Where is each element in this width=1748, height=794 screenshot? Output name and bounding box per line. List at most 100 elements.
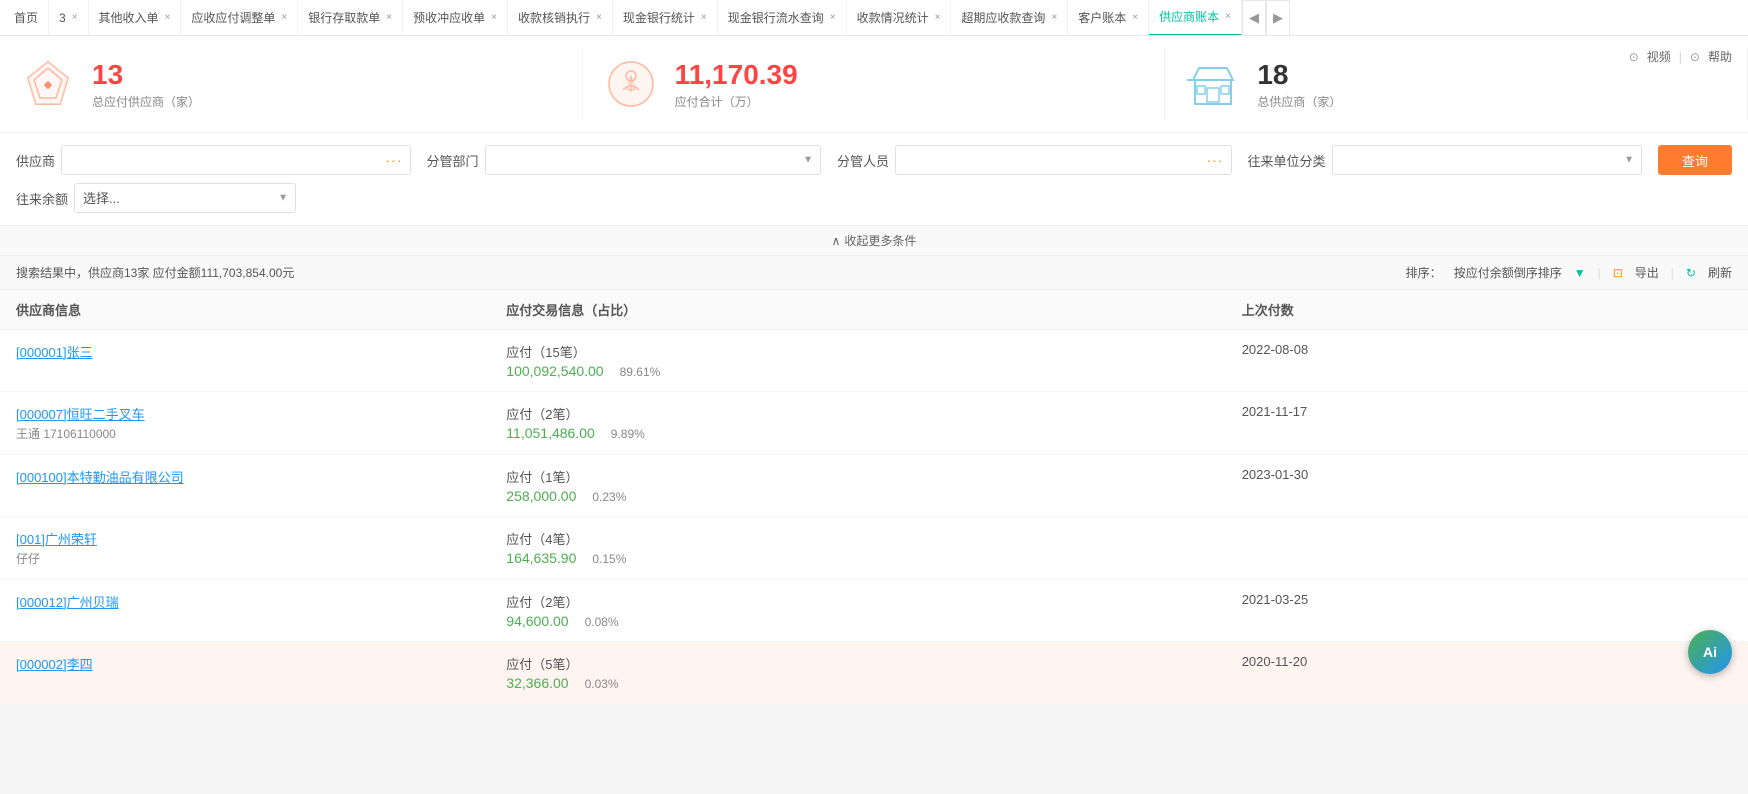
tx-amount-3[interactable]: 164,635.90 (506, 550, 576, 566)
supplier-link-4[interactable]: [000012]广州贝瑞 (16, 592, 506, 611)
col-header-last-pay: 上次付数 (1242, 300, 1732, 319)
refresh-button[interactable]: 刷新 (1708, 264, 1732, 281)
close-icon[interactable]: × (386, 12, 392, 23)
nav-tab-receipt-stat[interactable]: 收款情况统计 × (847, 0, 952, 36)
stat-ap-suppliers-label: 总应付供应商（家） (92, 93, 542, 110)
tx-amount-0[interactable]: 100,092,540.00 (506, 363, 603, 379)
nav-tab-cash-bank-stat[interactable]: 现金银行统计 × (613, 0, 718, 36)
tx-percent-1: 9.89% (611, 427, 645, 441)
last-pay-cell-4: 2021-03-25 (1242, 592, 1732, 607)
chevron-down-icon-sort[interactable]: ▼ (1574, 266, 1586, 280)
nav-tab-bank-deposit-label: 银行存取款单 (308, 9, 380, 26)
balance-select[interactable]: 选择... (74, 183, 296, 213)
category-select-wrapper: ▼ (1332, 145, 1642, 175)
transaction-cell-4: 应付（2笔） 94,600.00 0.08% (506, 592, 1241, 629)
nav-tab-cash-bank-flow[interactable]: 现金银行流水查询 × (718, 0, 847, 36)
nav-arrow-left[interactable]: ◀ (1242, 0, 1266, 36)
person-input-wrapper: ··· (895, 145, 1231, 175)
supplier-link-1[interactable]: [000007]恒旺二手叉车 (16, 404, 506, 423)
tx-row-1: 11,051,486.00 9.89% (506, 425, 1241, 441)
help-link[interactable]: 帮助 (1708, 48, 1732, 65)
filter-category: 往来单位分类 ▼ (1248, 145, 1643, 175)
diamond-icon: ◆ (20, 56, 76, 112)
stat-card-ap-total: ⍋ 11,170.39 应付合计（万） (583, 48, 1166, 120)
data-table: 供应商信息 应付交易信息（占比） 上次付数 [000001]张三 应付（15笔）… (0, 290, 1748, 704)
supplier-cell-1: [000007]恒旺二手叉车 王通 17106110000 (16, 404, 506, 442)
table-row: [000012]广州贝瑞 应付（2笔） 94,600.00 0.08% 2021… (0, 580, 1748, 642)
top-nav: 首页 3 × 其他收入单 × 应收应付调整单 × 银行存取款单 × 预收冲应收单… (0, 0, 1748, 36)
close-icon[interactable]: × (701, 12, 707, 23)
tx-title-2: 应付（1笔） (506, 467, 1241, 486)
tx-row-5: 32,366.00 0.03% (506, 675, 1241, 691)
supplier-link-5[interactable]: [000002]李四 (16, 654, 506, 673)
nav-tab-bank-deposit[interactable]: 银行存取款单 × (298, 0, 403, 36)
nav-tab-cash-bank-stat-label: 现金银行统计 (623, 9, 695, 26)
supplier-link-3[interactable]: [001]广州荣轩 (16, 529, 506, 548)
transaction-cell-5: 应付（5笔） 32,366.00 0.03% (506, 654, 1241, 691)
collapse-bar[interactable]: ∧ 收起更多条件 (0, 226, 1748, 256)
close-icon[interactable]: × (491, 12, 497, 23)
supplier-input[interactable] (61, 145, 410, 175)
col-header-supplier: 供应商信息 (16, 300, 506, 319)
nav-tab-prepay-ar[interactable]: 预收冲应收单 × (403, 0, 508, 36)
last-pay-cell-5: 2020-11-20 (1242, 654, 1732, 669)
transaction-cell-3: 应付（4笔） 164,635.90 0.15% (506, 529, 1241, 566)
nav-tab-customer-ledger[interactable]: 客户账本 × (1068, 0, 1149, 36)
category-select[interactable] (1332, 145, 1642, 175)
stat-card-ap-suppliers: ◆ 13 总应付供应商（家） (0, 48, 583, 120)
close-icon[interactable]: × (165, 12, 171, 23)
close-icon[interactable]: × (281, 12, 287, 23)
tx-info-2: 应付（1笔） 258,000.00 0.23% (506, 467, 1241, 504)
close-icon[interactable]: × (1225, 11, 1231, 22)
nav-tab-overdue-ar[interactable]: 超期应收款查询 × (951, 0, 1068, 36)
export-button[interactable]: 导出 (1635, 264, 1659, 281)
sort-value[interactable]: 按应付余额倒序排序 (1454, 264, 1562, 281)
stat-total-suppliers-label: 总供应商（家） (1257, 93, 1707, 110)
supplier-link-2[interactable]: [000100]本特勤油品有限公司 (16, 467, 506, 486)
ai-button[interactable]: Ai (1688, 630, 1732, 674)
last-pay-4: 2021-03-25 (1242, 592, 1309, 607)
tx-amount-4[interactable]: 94,600.00 (506, 613, 568, 629)
nav-tab-receipt-verify[interactable]: 收款核销执行 × (508, 0, 613, 36)
sort-label: 排序： (1406, 264, 1442, 281)
close-icon[interactable]: × (1132, 12, 1138, 23)
close-icon[interactable]: × (72, 12, 78, 23)
refresh-icon: ↻ (1686, 266, 1696, 280)
tx-row-4: 94,600.00 0.08% (506, 613, 1241, 629)
nav-tab-receipt-stat-label: 收款情况统计 (857, 9, 929, 26)
tx-amount-1[interactable]: 11,051,486.00 (506, 425, 595, 441)
video-link[interactable]: 视频 (1647, 48, 1671, 65)
nav-arrow-right[interactable]: ▶ (1266, 0, 1290, 36)
ai-label: Ai (1703, 644, 1717, 660)
balance-label: 往来余额 (16, 189, 68, 208)
circle-icon: ⊙ (1629, 50, 1639, 64)
close-icon[interactable]: × (1051, 12, 1057, 23)
tx-info-5: 应付（5笔） 32,366.00 0.03% (506, 654, 1241, 691)
nav-tab-3[interactable]: 3 × (49, 0, 89, 36)
close-icon[interactable]: × (935, 12, 941, 23)
tx-row-3: 164,635.90 0.15% (506, 550, 1241, 566)
person-input[interactable] (895, 145, 1231, 175)
tx-amount-2[interactable]: 258,000.00 (506, 488, 576, 504)
dept-select[interactable] (485, 145, 821, 175)
tx-amount-5[interactable]: 32,366.00 (506, 675, 568, 691)
result-bar: 搜索结果中，供应商13家 应付金额111,703,854.00元 排序： 按应付… (0, 256, 1748, 290)
nav-tab-home[interactable]: 首页 (4, 0, 49, 36)
close-icon[interactable]: × (830, 12, 836, 23)
filter-row-1: 供应商 ··· 分管部门 ▼ 分管人员 ··· (16, 145, 1732, 175)
nav-tab-other-income[interactable]: 其他收入单 × (89, 0, 182, 36)
filter-person: 分管人员 ··· (837, 145, 1232, 175)
transaction-cell-2: 应付（1笔） 258,000.00 0.23% (506, 467, 1241, 504)
divider: | (1598, 266, 1601, 280)
supplier-link-0[interactable]: [000001]张三 (16, 342, 506, 361)
search-button[interactable]: 查询 (1658, 145, 1732, 175)
table-row: [001]广州荣轩 仔仔 应付（4笔） 164,635.90 0.15% (0, 517, 1748, 580)
nav-tab-supplier-ledger[interactable]: 供应商账本 × (1149, 0, 1242, 36)
close-icon[interactable]: × (596, 12, 602, 23)
tx-percent-3: 0.15% (592, 552, 626, 566)
tx-title-1: 应付（2笔） (506, 404, 1241, 423)
nav-tab-ar-ap-adjust[interactable]: 应收应付调整单 × (181, 0, 298, 36)
help-area: ⊙ 视频 | ⊙ 帮助 (1629, 48, 1732, 65)
collapse-label: 收起更多条件 (844, 232, 916, 249)
transaction-cell-1: 应付（2笔） 11,051,486.00 9.89% (506, 404, 1241, 441)
